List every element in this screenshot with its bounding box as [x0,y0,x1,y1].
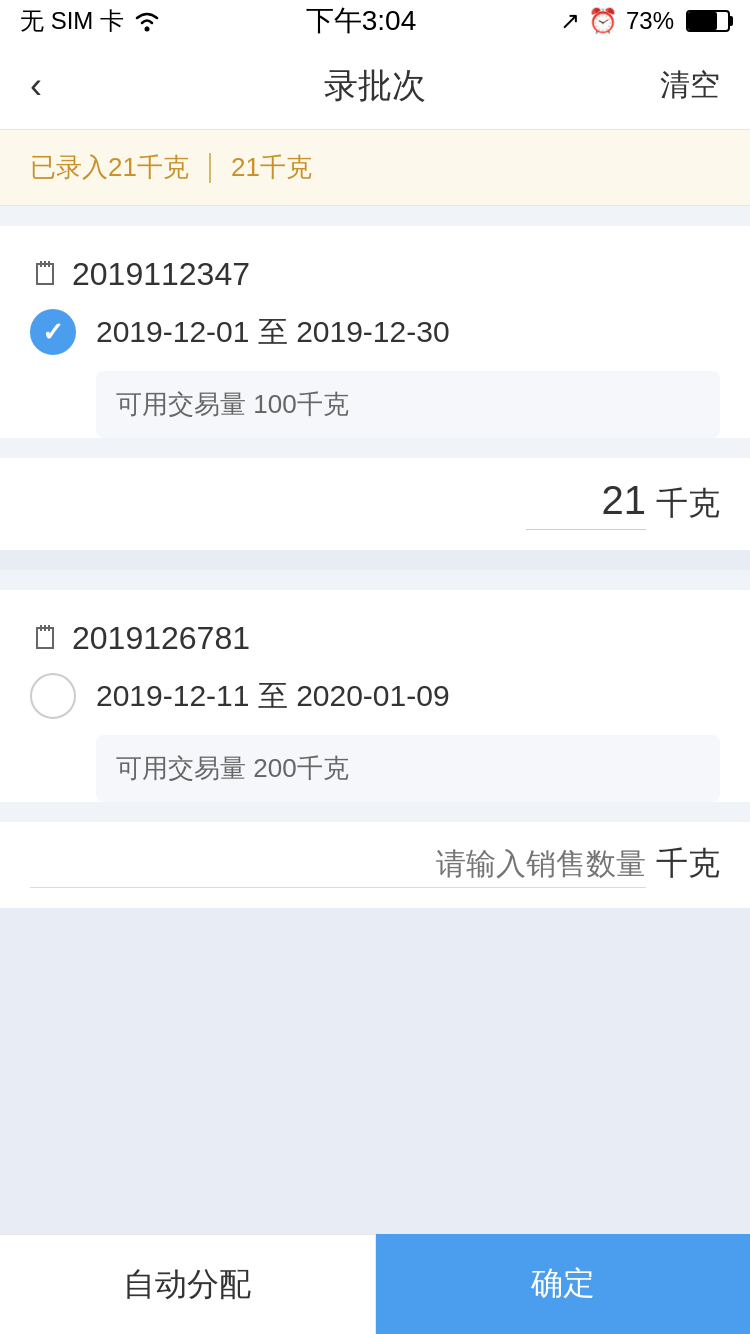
batch1-unit: 千克 [656,482,720,526]
batch2-select-row[interactable]: 2019-12-11 至 2020-01-09 [30,673,720,719]
batch1-icon: 🗒 [30,256,62,293]
batch2-amount-input[interactable] [30,847,646,888]
auto-distribute-button[interactable]: 自动分配 [0,1234,376,1334]
batch2-icon: 🗒 [30,620,62,657]
page-title: 录批次 [110,63,640,109]
batch1-radio[interactable] [30,309,76,355]
carrier-text: 无 SIM 卡 [20,5,124,37]
info-divider [209,153,211,183]
batch2-header: 🗒 2019126781 [30,620,720,657]
batch2-input-row: 千克 [0,822,750,908]
batch2-unit: 千克 [656,842,720,886]
batch1-id: 2019112347 [72,256,250,293]
batch2-radio[interactable] [30,673,76,719]
svg-point-0 [145,27,150,32]
batch1-card: 🗒 2019112347 2019-12-01 至 2019-12-30 可用交… [0,226,750,438]
total-amount: 21千克 [231,150,312,185]
batch2-card: 🗒 2019126781 2019-12-11 至 2020-01-09 可用交… [0,590,750,802]
battery-icon [686,10,730,32]
recorded-amount: 已录入21千克 [30,150,189,185]
bottom-bar: 自动分配 确定 [0,1234,750,1334]
info-banner: 已录入21千克 21千克 [0,130,750,206]
alarm-icon: ⏰ [588,7,618,35]
status-bar-time: 下午3:04 [306,2,417,40]
back-button[interactable]: ‹ [30,65,110,107]
status-bar-left: 无 SIM 卡 [20,5,162,37]
batch1-amount-row: 千克 [0,458,750,550]
batch1-amount-input[interactable] [526,478,646,523]
batch1-date: 2019-12-01 至 2019-12-30 [96,312,450,353]
batch2-availability: 可用交易量 200千克 [96,735,720,802]
location-icon: ↗ [560,7,580,35]
battery-percent: 73% [626,7,674,35]
nav-bar: ‹ 录批次 清空 [0,42,750,130]
wifi-icon [132,10,162,32]
batch2-date: 2019-12-11 至 2020-01-09 [96,676,450,717]
batch1-availability: 可用交易量 100千克 [96,371,720,438]
batch1-select-row[interactable]: 2019-12-01 至 2019-12-30 [30,309,720,355]
status-bar: 无 SIM 卡 下午3:04 ↗ ⏰ 73% [0,0,750,42]
section-divider [0,550,750,570]
batch2-id: 2019126781 [72,620,250,657]
clear-button[interactable]: 清空 [640,65,720,106]
batch1-header: 🗒 2019112347 [30,256,720,293]
batch1-amount-wrapper [526,478,646,530]
confirm-button[interactable]: 确定 [376,1234,751,1334]
status-bar-right: ↗ ⏰ 73% [560,7,730,35]
